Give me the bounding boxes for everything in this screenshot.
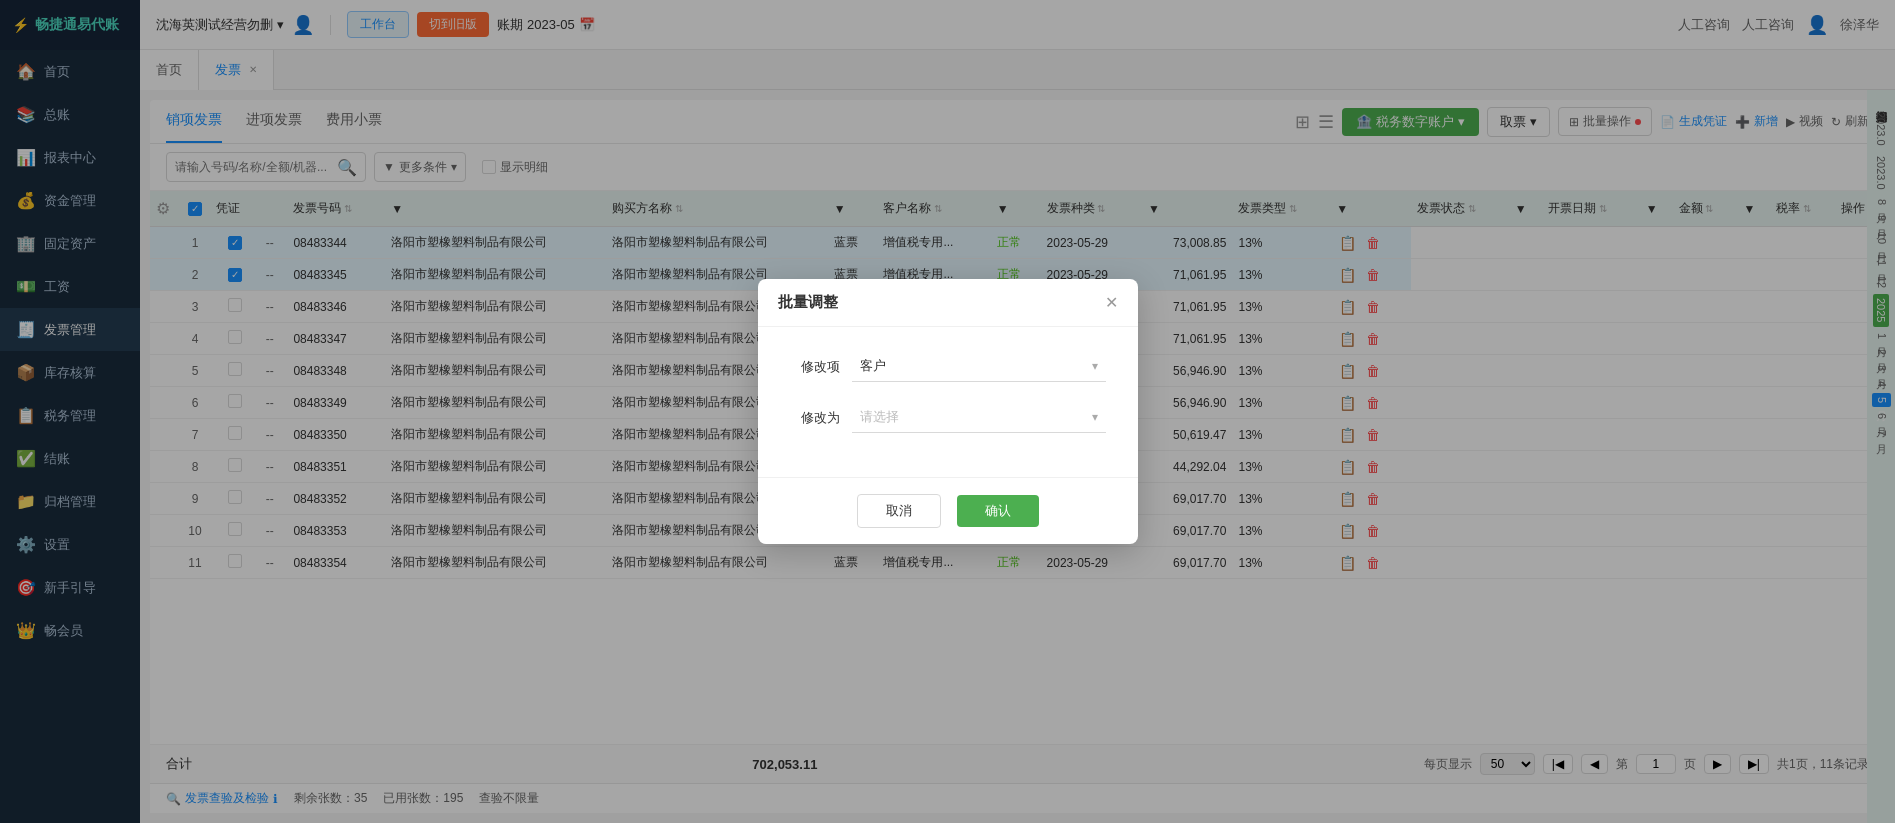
modal-overlay[interactable]: 批量调整 ✕ 修改项 客户 ▾ 修改为 请选择 ▾ 取消 确认 — [0, 0, 1895, 823]
modify-field-row: 修改项 客户 ▾ — [790, 351, 1106, 382]
modify-to-row: 修改为 请选择 ▾ — [790, 402, 1106, 433]
modify-field-value: 客户 — [860, 357, 886, 375]
modify-field-chevron-icon: ▾ — [1092, 359, 1098, 373]
modal-title: 批量调整 — [778, 293, 838, 312]
modify-to-label: 修改为 — [790, 409, 840, 427]
modify-to-placeholder: 请选择 — [860, 408, 899, 426]
modify-field-select[interactable]: 客户 ▾ — [852, 351, 1106, 382]
modify-to-chevron-icon: ▾ — [1092, 410, 1098, 424]
modify-to-select[interactable]: 请选择 ▾ — [852, 402, 1106, 433]
confirm-button[interactable]: 确认 — [957, 495, 1039, 527]
cancel-button[interactable]: 取消 — [857, 494, 941, 528]
batch-adjust-modal: 批量调整 ✕ 修改项 客户 ▾ 修改为 请选择 ▾ 取消 确认 — [758, 279, 1138, 544]
modal-header: 批量调整 ✕ — [758, 279, 1138, 327]
modal-body: 修改项 客户 ▾ 修改为 请选择 ▾ — [758, 327, 1138, 477]
modify-field-label: 修改项 — [790, 358, 840, 376]
modal-close-btn[interactable]: ✕ — [1105, 293, 1118, 312]
modal-footer: 取消 确认 — [758, 477, 1138, 544]
